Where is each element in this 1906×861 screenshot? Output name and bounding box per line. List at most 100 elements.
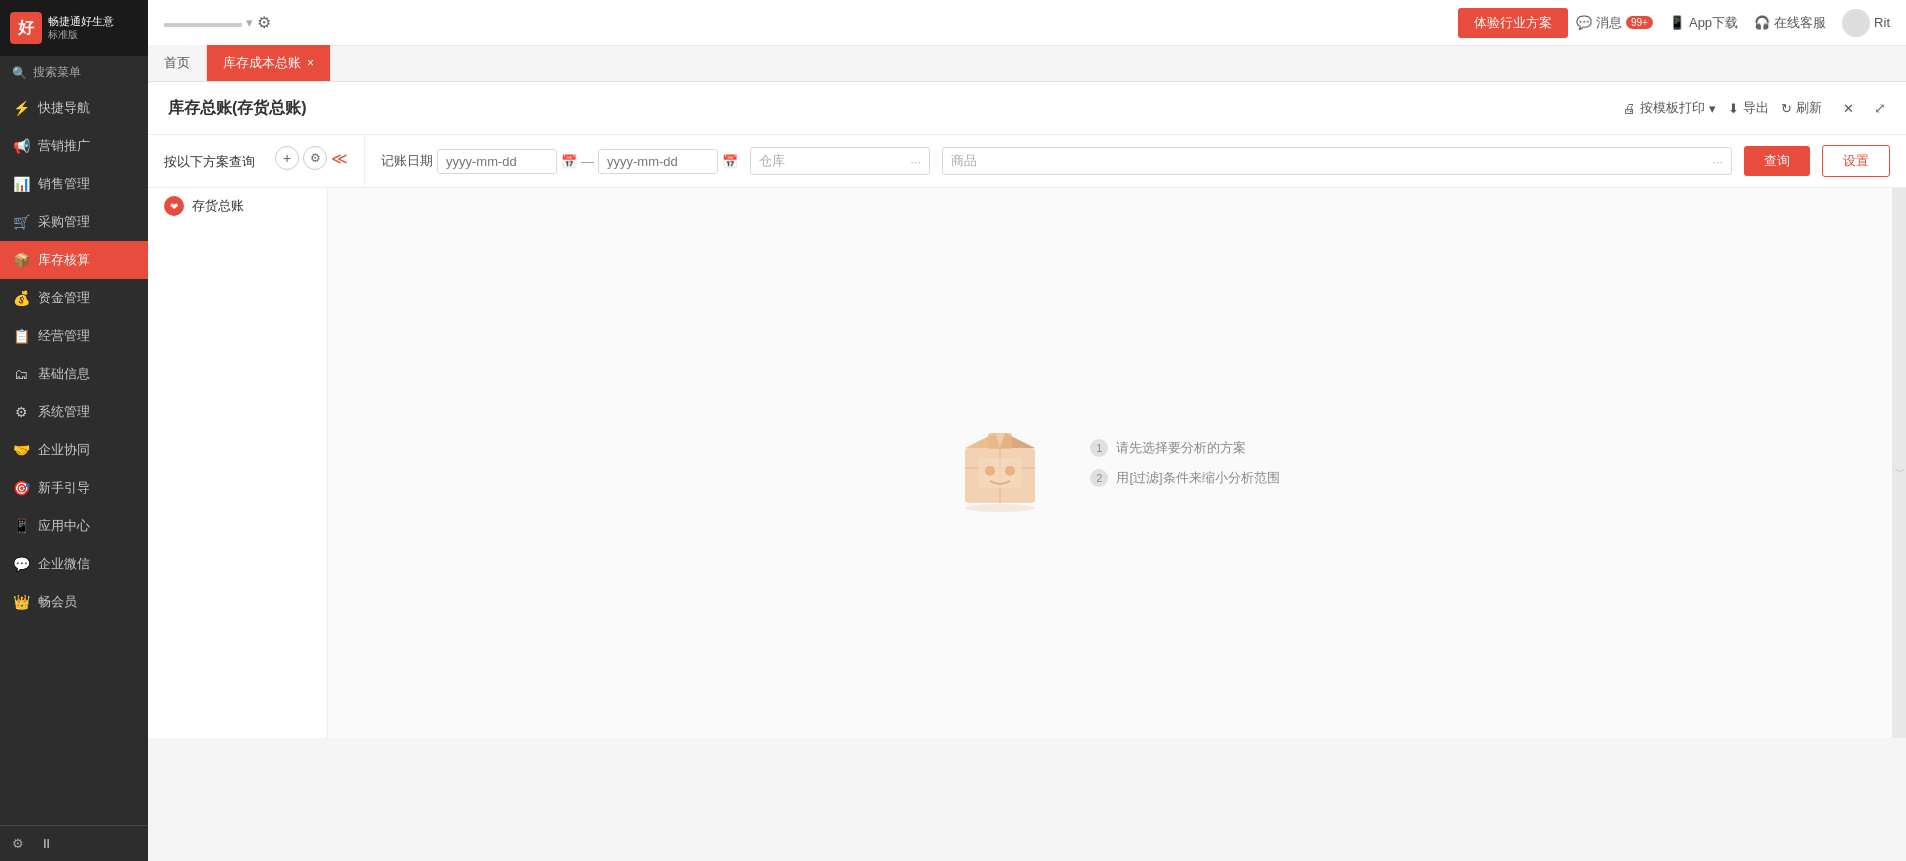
sidebar-item-member[interactable]: 👑 畅会员: [0, 583, 148, 621]
print-template-btn[interactable]: 🖨 按模板打印 ▾: [1623, 99, 1716, 117]
operations-icon: 📋: [12, 328, 30, 344]
sidebar-item-enterprise[interactable]: 🤝 企业协同: [0, 431, 148, 469]
sidebar-item-sales[interactable]: 📊 销售管理: [0, 165, 148, 203]
message-badge: 99+: [1626, 16, 1653, 29]
sidebar-item-operations[interactable]: 📋 经营管理: [0, 317, 148, 355]
sales-icon: 📊: [12, 176, 30, 192]
settings-btn[interactable]: 设置: [1822, 145, 1890, 177]
breadcrumb: ▬▬▬▬▬▬ ▾: [164, 15, 253, 30]
topbar-nav: ▬▬▬▬▬▬ ▾ ⚙: [164, 13, 1450, 32]
goods-more-icon: ···: [1712, 154, 1723, 169]
expand-icon[interactable]: ⤢: [1874, 100, 1886, 116]
online-service-btn[interactable]: 🎧 在线客服: [1754, 14, 1826, 32]
empty-tip-1: 1 请先选择要分析的方案: [1090, 439, 1279, 457]
sidebar-item-newbie[interactable]: 🎯 新手引导: [0, 469, 148, 507]
sidebar-item-label: 销售管理: [38, 175, 90, 193]
empty-illustration: [940, 413, 1060, 513]
breadcrumb-text: ▬▬▬▬▬▬: [164, 15, 242, 30]
sidebar-item-marketing[interactable]: 📢 营销推广: [0, 127, 148, 165]
sidebar-item-wechat[interactable]: 💬 企业微信: [0, 545, 148, 583]
collapse-filter-btn[interactable]: ≪: [331, 146, 348, 170]
app-download-btn[interactable]: 📱 App下载: [1669, 14, 1738, 32]
warehouse-more-icon: ···: [910, 154, 921, 169]
export-btn[interactable]: ⬇ 导出: [1728, 99, 1769, 117]
newbie-icon: 🎯: [12, 480, 30, 496]
scheme-list: ❤ 存货总账: [148, 188, 328, 738]
avatar-img: [1842, 9, 1870, 37]
app-download-label: App下载: [1689, 14, 1738, 32]
sidebar-item-funds[interactable]: 💰 资金管理: [0, 279, 148, 317]
sidebar-item-label: 库存核算: [38, 251, 90, 269]
query-btn[interactable]: 查询: [1744, 146, 1810, 176]
page-header: 库存总账(存货总账) 🖨 按模板打印 ▾ ⬇ 导出 ↻ 刷新 ✕ ⤢: [148, 82, 1906, 135]
user-name: Rit: [1874, 15, 1890, 30]
refresh-btn[interactable]: ↻ 刷新: [1781, 99, 1822, 117]
content-area: ❤ 存货总账: [148, 188, 1906, 738]
breadcrumb-chevron[interactable]: ▾: [246, 15, 253, 30]
sidebar-item-inventory[interactable]: 📦 库存核算: [0, 241, 148, 279]
sidebar-item-quick-nav[interactable]: ⚡ 快捷导航: [0, 89, 148, 127]
goods-select[interactable]: 商品 ···: [942, 147, 1732, 175]
sidebar-settings-icon[interactable]: ⚙: [12, 836, 24, 851]
sidebar: 好 畅捷通好生意 标准版 🔍 搜索菜单 ⚡ 快捷导航 📢 营销推广 📊 销售管理…: [0, 0, 148, 861]
industry-btn[interactable]: 体验行业方案: [1458, 8, 1568, 38]
marketing-icon: 📢: [12, 138, 30, 154]
sidebar-item-label: 营销推广: [38, 137, 90, 155]
messages-btn[interactable]: 💬 消息 99+: [1576, 14, 1653, 32]
wechat-icon: 💬: [12, 556, 30, 572]
filter-label: 按以下方案查询: [164, 145, 255, 171]
tab-inventory-ledger[interactable]: 库存成本总账 ×: [207, 45, 331, 81]
tip-num-2: 2: [1090, 469, 1108, 487]
quick-nav-icon: ⚡: [12, 100, 30, 116]
main-area: ▬▬▬▬▬▬ ▾ ⚙ 体验行业方案 💬 消息 99+ 📱 App下载 🎧 在线客…: [148, 0, 1906, 861]
logo-icon: 好: [10, 12, 42, 44]
add-scheme-btn[interactable]: +: [275, 146, 299, 170]
app-logo: 好 畅捷通好生意 标准版: [0, 0, 148, 56]
basic-icon: 🗂: [12, 366, 30, 382]
sidebar-item-label: 采购管理: [38, 213, 90, 231]
close-panel-btn[interactable]: ✕: [1834, 94, 1862, 122]
svg-point-7: [965, 504, 1035, 512]
export-icon: ⬇: [1728, 101, 1739, 116]
sidebar-item-basic[interactable]: 🗂 基础信息: [0, 355, 148, 393]
empty-tips: 1 请先选择要分析的方案 2 用[过滤]条件来缩小分析范围: [1090, 439, 1279, 487]
tabs-bar: 首页 库存成本总账 ×: [148, 46, 1906, 82]
sidebar-collapse-icon[interactable]: ⏸: [40, 836, 53, 851]
right-panel-toggle[interactable]: ﹀: [1892, 188, 1906, 738]
date-end-input[interactable]: [598, 149, 718, 174]
inventory-icon: 📦: [12, 252, 30, 268]
sidebar-item-appstore[interactable]: 📱 应用中心: [0, 507, 148, 545]
sidebar-item-label: 企业微信: [38, 555, 90, 573]
scheme-item-stock-ledger[interactable]: ❤ 存货总账: [148, 188, 327, 224]
tab-inventory-ledger-label: 库存成本总账: [223, 54, 301, 72]
print-chevron: ▾: [1709, 101, 1716, 116]
calendar-end-icon[interactable]: 📅: [722, 154, 738, 169]
sidebar-item-label: 经营管理: [38, 327, 90, 345]
tab-close-icon[interactable]: ×: [307, 56, 314, 70]
scheme-icon: ❤: [164, 196, 184, 216]
purchase-icon: 🛒: [12, 214, 30, 230]
print-label: 按模板打印: [1640, 99, 1705, 117]
search-menu[interactable]: 🔍 搜索菜单: [0, 56, 148, 89]
empty-state: 1 请先选择要分析的方案 2 用[过滤]条件来缩小分析范围: [940, 413, 1279, 513]
app-name: 畅捷通好生意: [48, 14, 114, 28]
page-title: 库存总账(存货总账): [168, 98, 307, 119]
topbar-right: 💬 消息 99+ 📱 App下载 🎧 在线客服 Rit: [1576, 9, 1890, 37]
warehouse-select[interactable]: 仓库 ···: [750, 147, 930, 175]
sidebar-item-label: 企业协同: [38, 441, 90, 459]
phone-icon: 📱: [1669, 15, 1685, 30]
scheme-item-label: 存货总账: [192, 197, 244, 215]
empty-tip-2: 2 用[过滤]条件来缩小分析范围: [1090, 469, 1279, 487]
tip-text-2: 用[过滤]条件来缩小分析范围: [1116, 469, 1279, 487]
messages-label: 消息: [1596, 14, 1622, 32]
user-avatar[interactable]: Rit: [1842, 9, 1890, 37]
calendar-start-icon[interactable]: 📅: [561, 154, 577, 169]
topbar: ▬▬▬▬▬▬ ▾ ⚙ 体验行业方案 💬 消息 99+ 📱 App下载 🎧 在线客…: [148, 0, 1906, 46]
search-menu-label: 搜索菜单: [33, 64, 81, 81]
sidebar-item-purchase[interactable]: 🛒 采购管理: [0, 203, 148, 241]
manage-scheme-btn[interactable]: ⚙: [303, 146, 327, 170]
date-start-input[interactable]: [437, 149, 557, 174]
topbar-settings-icon[interactable]: ⚙: [257, 13, 271, 32]
tab-home[interactable]: 首页: [148, 45, 207, 81]
sidebar-item-system[interactable]: ⚙ 系统管理: [0, 393, 148, 431]
